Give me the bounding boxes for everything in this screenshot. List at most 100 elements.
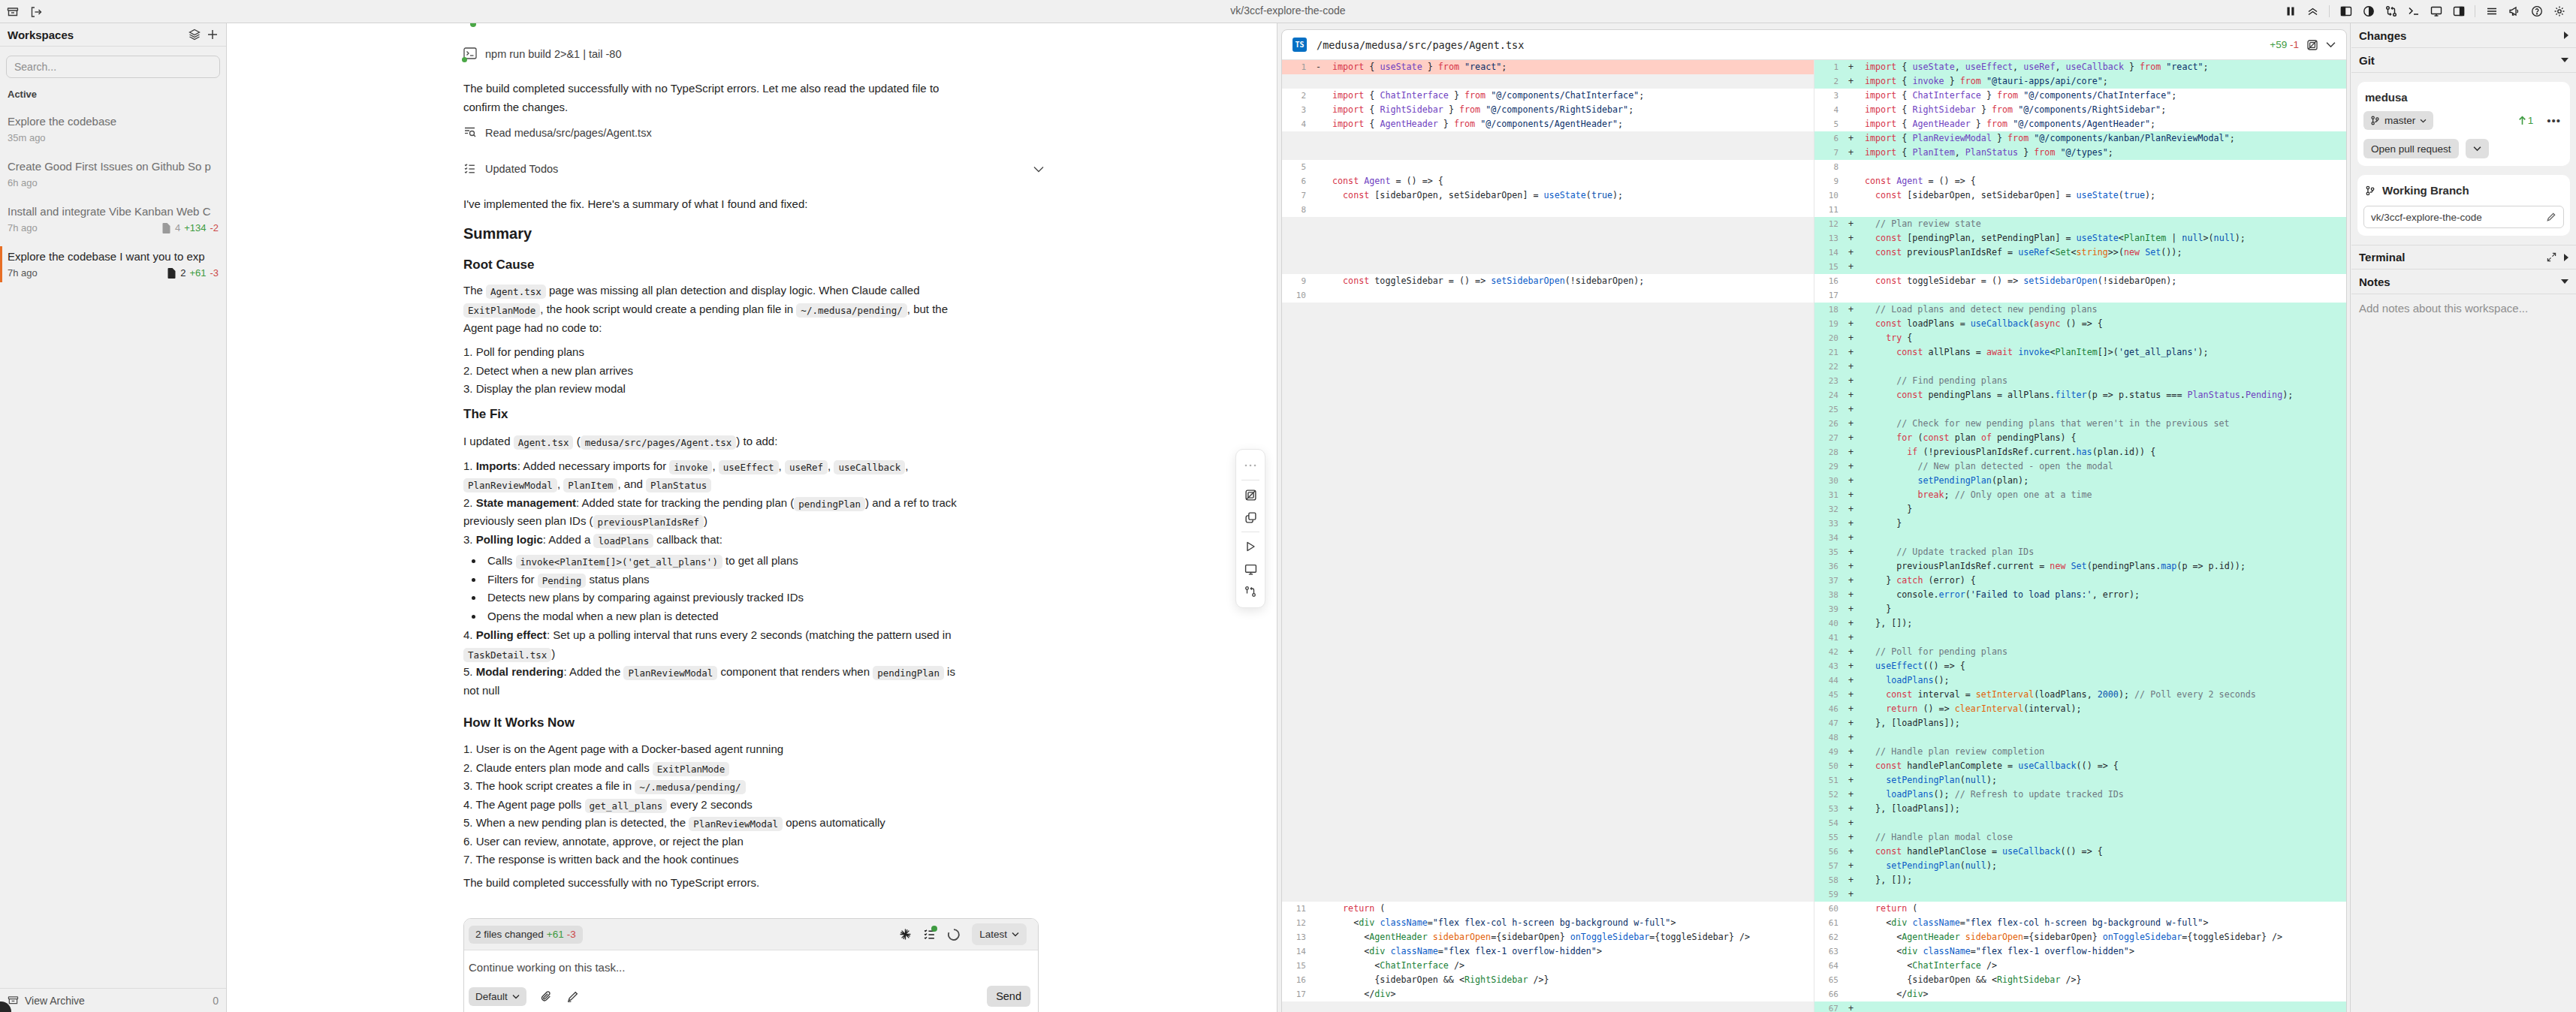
help-icon[interactable] bbox=[2530, 5, 2543, 17]
inline-code: previousPlanIdsRef bbox=[593, 515, 704, 529]
list-item: 4. Polling effect: Set up a polling inte… bbox=[463, 626, 1044, 663]
megaphone-icon[interactable] bbox=[2508, 5, 2520, 17]
play-icon[interactable] bbox=[1236, 535, 1265, 558]
edit-branch-icon[interactable] bbox=[2545, 212, 2556, 223]
workspace-title: Explore the codebase bbox=[8, 114, 219, 129]
drag-handle-icon[interactable] bbox=[1236, 454, 1265, 477]
composer-input[interactable]: Continue working on this task... bbox=[464, 950, 1038, 974]
burst-icon[interactable] bbox=[899, 928, 912, 941]
sidebar-title: Workspaces bbox=[8, 29, 74, 41]
search-input[interactable]: Search... bbox=[6, 56, 220, 78]
diff-panel: TS /medusa/medusa/src/pages/Agent.tsx +5… bbox=[1278, 23, 2351, 1012]
working-branch-label: Working Branch bbox=[2382, 184, 2469, 197]
workspace-time: 35m ago bbox=[8, 132, 46, 143]
send-button[interactable]: Send bbox=[987, 986, 1030, 1007]
diff-row: 58+ }, []); bbox=[1282, 873, 2346, 887]
chevron-down-icon[interactable] bbox=[1033, 166, 1044, 173]
panel-left-icon[interactable] bbox=[2339, 5, 2352, 17]
workspace-item[interactable]: Install and integrate Vibe Kanban Web C7… bbox=[0, 197, 226, 242]
diff-row: 17 </div>66 </div> bbox=[1282, 987, 2346, 1001]
workspace-title: Explore the codebase I want you to exp bbox=[8, 249, 219, 264]
copy-icon[interactable] bbox=[1236, 506, 1265, 529]
git-repo-card: medusa master 1 ••• Open pull request bbox=[2357, 82, 2570, 166]
pause-icon[interactable] bbox=[2284, 5, 2297, 17]
diff-file-path: /medusa/medusa/src/pages/Agent.tsx bbox=[1317, 39, 1524, 51]
commits-ahead: 1 bbox=[2518, 115, 2534, 126]
diff-row: 4import { AgentHeader } from "@/componen… bbox=[1282, 117, 2346, 131]
pr-options-button[interactable] bbox=[2466, 139, 2489, 158]
view-archive-button[interactable]: View Archive 0 bbox=[0, 988, 226, 1012]
workspace-title: Install and integrate Vibe Kanban Web C bbox=[8, 204, 219, 219]
layers-icon[interactable] bbox=[189, 29, 201, 41]
files-changed-pill[interactable]: 2 files changed +61 -3 bbox=[469, 926, 583, 944]
diff-row: 9 const toggleSidebar = () => setSidebar… bbox=[1282, 274, 2346, 288]
notes-placeholder[interactable]: Add notes about this workspace... bbox=[2351, 294, 2576, 322]
working-branch-card: Working Branch vk/3ccf-explore-the-code bbox=[2357, 175, 2570, 236]
more-options-icon[interactable]: ••• bbox=[2547, 114, 2561, 127]
collapse-all-icon[interactable] bbox=[2306, 5, 2319, 17]
attach-icon[interactable] bbox=[541, 990, 552, 1003]
theme-icon[interactable] bbox=[2362, 5, 2375, 17]
tool-call[interactable]: Updated Todos bbox=[463, 160, 1044, 178]
diff-row: 40+ }, []); bbox=[1282, 616, 2346, 631]
menu-icon[interactable] bbox=[2485, 5, 2498, 17]
tool-call[interactable]: Read medusa/src/pages/Agent.tsx bbox=[463, 124, 1044, 142]
diff-row: 1017 bbox=[1282, 288, 2346, 303]
heading: How It Works Now bbox=[463, 715, 1044, 731]
changes-section-header[interactable]: Changes bbox=[2351, 23, 2576, 48]
tool-call[interactable]: npm run build 2>&1 | tail -80 bbox=[463, 45, 1044, 63]
git-compare-icon[interactable] bbox=[2384, 5, 2397, 17]
git-branch-icon[interactable] bbox=[1236, 580, 1265, 603]
tool-call-label: Updated Todos bbox=[485, 163, 558, 175]
paragraph: I updated Agent.tsx (medusa/src/pages/Ag… bbox=[463, 432, 1044, 450]
monitor-preview-icon[interactable] bbox=[1236, 558, 1265, 580]
workspace-item[interactable]: Explore the codebase 35m ago bbox=[0, 107, 226, 152]
active-section-label: Active bbox=[8, 89, 219, 100]
diff-row: 55+ // Handle plan modal close bbox=[1282, 830, 2346, 845]
paragraph: I've implemented the fix. Here's a summa… bbox=[463, 194, 1044, 213]
list-item: 1. Imports: Added necessary imports for … bbox=[463, 457, 1044, 494]
workspace-item[interactable]: Explore the codebase I want you to exp7h… bbox=[0, 242, 226, 287]
zen-expand-icon[interactable] bbox=[2306, 39, 2318, 51]
zen-mode-icon[interactable] bbox=[1236, 483, 1265, 506]
inline-code: Pending bbox=[538, 574, 587, 588]
workspace-title: Create Good First Issues on Github So p bbox=[8, 159, 219, 174]
diff-deletions: -1 bbox=[2290, 39, 2299, 50]
edit-pen-icon[interactable] bbox=[566, 990, 579, 1003]
repo-name: medusa bbox=[2365, 91, 2564, 104]
numbered-list: 1. User is on the Agent page with a Dock… bbox=[463, 740, 1044, 869]
diff-row: 1-import { useState } from "react";1+imp… bbox=[1282, 60, 2346, 74]
diff-row: 57+ setPendingPlan(null); bbox=[1282, 859, 2346, 873]
workspace-stats: 2+61-3 bbox=[167, 267, 219, 279]
diff-row: 12 <div className="flex flex-col h-scree… bbox=[1282, 916, 2346, 930]
workspace-item[interactable]: Create Good First Issues on Github So p6… bbox=[0, 152, 226, 197]
monitor-icon[interactable] bbox=[2430, 5, 2442, 17]
diff-row: 7 const [sidebarOpen, setSidebarOpen] = … bbox=[1282, 188, 2346, 203]
floating-toolbar bbox=[1235, 449, 1265, 608]
open-pull-request-button[interactable]: Open pull request bbox=[2363, 139, 2459, 158]
git-section-header[interactable]: Git bbox=[2351, 48, 2576, 73]
expand-terminal-icon[interactable] bbox=[2547, 252, 2556, 262]
collapse-file-icon[interactable] bbox=[2326, 41, 2336, 48]
numbered-list: 1. Imports: Added necessary imports for … bbox=[463, 457, 1044, 550]
diff-row: 32+ } bbox=[1282, 502, 2346, 517]
latest-dropdown[interactable]: Latest bbox=[972, 923, 1027, 945]
add-workspace-icon[interactable] bbox=[207, 29, 219, 41]
list-item: Detects new plans by comparing against p… bbox=[463, 589, 1044, 607]
inline-code: loadPlans bbox=[593, 534, 653, 548]
branch-selector[interactable]: master bbox=[2363, 111, 2433, 130]
gear-icon[interactable] bbox=[2553, 5, 2565, 17]
working-branch-input[interactable]: vk/3ccf-explore-the-code bbox=[2363, 206, 2564, 228]
numbered-list: 4. Polling effect: Set up a polling inte… bbox=[463, 626, 1044, 700]
list-item: 6. User can review, annotate, approve, o… bbox=[463, 833, 1044, 851]
diff-row: 22+ bbox=[1282, 360, 2346, 374]
inline-code: useCallback bbox=[834, 460, 905, 474]
panel-right-icon[interactable] bbox=[2452, 5, 2465, 17]
terminal-section-header[interactable]: Terminal bbox=[2351, 245, 2576, 270]
list-item: 7. The response is written back and the … bbox=[463, 851, 1044, 869]
notes-section-header[interactable]: Notes bbox=[2351, 270, 2576, 294]
inline-code: useRef bbox=[785, 460, 828, 474]
mode-dropdown[interactable]: Default bbox=[469, 987, 526, 1006]
terminal-toggle-icon[interactable] bbox=[2407, 5, 2420, 17]
todo-status-icon[interactable] bbox=[923, 928, 936, 941]
